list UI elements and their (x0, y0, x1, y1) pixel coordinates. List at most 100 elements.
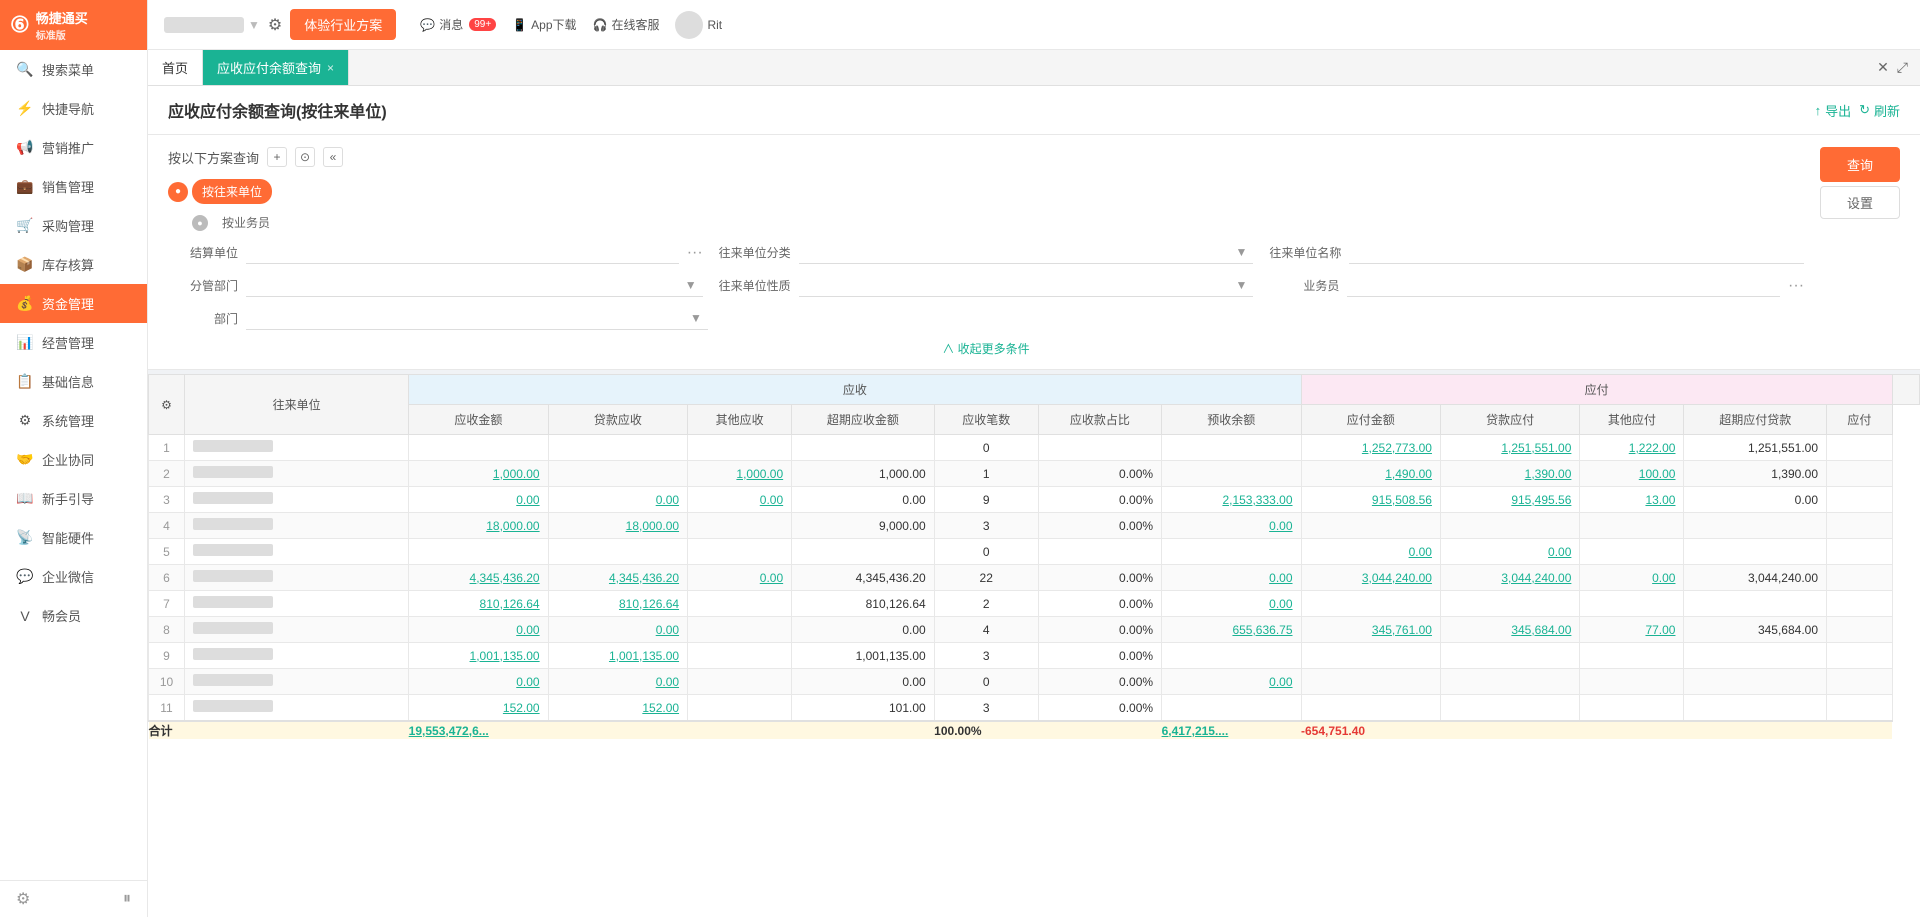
category-select[interactable]: ▼ (799, 241, 1254, 264)
add-scheme-btn[interactable]: + (267, 147, 287, 167)
cell-link[interactable]: 3,044,240.00 (1501, 571, 1571, 585)
close-window-btn[interactable]: ✕ (1877, 59, 1889, 76)
cell-link[interactable]: 13.00 (1645, 493, 1675, 507)
row-ar-overdue: 0.00 (792, 487, 935, 513)
option-by-partner[interactable]: 按往来单位 (192, 179, 272, 204)
cell-link[interactable]: 810,126.64 (480, 597, 540, 611)
cell-link[interactable]: 18,000.00 (626, 519, 679, 533)
sidebar-item-10[interactable]: 🤝企业协同 (0, 440, 147, 479)
cell-link[interactable]: 1,251,551.00 (1501, 441, 1571, 455)
cell-link[interactable]: 0.00 (1652, 571, 1675, 585)
row-partner (185, 435, 409, 461)
industry-btn[interactable]: 体验行业方案 (290, 9, 396, 40)
salesperson-input[interactable] (1347, 274, 1780, 297)
edit-scheme-btn[interactable]: ⊙ (295, 147, 315, 167)
jiesuan-input[interactable] (246, 241, 679, 264)
prev-scheme-btn[interactable]: « (323, 147, 343, 167)
cell-link[interactable]: 77.00 (1645, 623, 1675, 637)
cell-link[interactable]: 1,222.00 (1629, 441, 1676, 455)
header-settings-icon[interactable]: ⚙ (268, 15, 282, 35)
cell-link[interactable]: 1,001,135.00 (470, 649, 540, 663)
sidebar-item-14[interactable]: V畅会员 (0, 596, 147, 635)
cell-link[interactable]: 4,345,436.20 (470, 571, 540, 585)
cell-link[interactable]: 915,508.56 (1372, 493, 1432, 507)
row-ap-amount (1301, 695, 1440, 722)
set-btn[interactable]: 设置 (1820, 186, 1900, 219)
row-ar-loan: 1,001,135.00 (548, 643, 687, 669)
cell-link[interactable]: 1,001,135.00 (609, 649, 679, 663)
sidebar-item-6[interactable]: 💰资金管理 (0, 284, 147, 323)
cell-link[interactable]: 1,252,773.00 (1362, 441, 1432, 455)
option-by-salesperson[interactable]: 按业务员 (212, 210, 280, 235)
sidebar-item-3[interactable]: 💼销售管理 (0, 167, 147, 206)
search-label: 按以下方案查询 (168, 148, 259, 167)
nature-select[interactable]: ▼ (799, 274, 1254, 297)
expand-window-btn[interactable]: ⤢ (1897, 59, 1908, 76)
sidebar-item-1[interactable]: ⚡快捷导航 (0, 89, 147, 128)
tabbar-actions: ✕ ⤢ (1865, 50, 1920, 85)
cell-link[interactable]: 655,636.75 (1232, 623, 1292, 637)
sidebar-item-5[interactable]: 📦库存核算 (0, 245, 147, 284)
sidebar-item-2[interactable]: 📢营销推广 (0, 128, 147, 167)
cell-link[interactable]: 0.00 (760, 493, 783, 507)
cell-link[interactable]: 152.00 (503, 701, 540, 715)
sidebar-item-8[interactable]: 📋基础信息 (0, 362, 147, 401)
collapse-bar[interactable]: ∧ 收起更多条件 (168, 340, 1804, 357)
cell-link[interactable]: 0.00 (516, 493, 539, 507)
tab-close-icon[interactable]: × (327, 61, 334, 75)
cell-link[interactable]: 0.00 (656, 493, 679, 507)
footer-ar-advance[interactable]: 6,417,215.... (1162, 721, 1301, 739)
cell-link[interactable]: 345,761.00 (1372, 623, 1432, 637)
sidebar-item-13[interactable]: 💬企业微信 (0, 557, 147, 596)
partner-name-input[interactable] (1349, 241, 1804, 264)
cell-link[interactable]: 1,490.00 (1385, 467, 1432, 481)
salesperson-dots[interactable]: ··· (1788, 277, 1804, 295)
cell-link[interactable]: 0.00 (1269, 571, 1292, 585)
cell-link[interactable]: 152.00 (642, 701, 679, 715)
cell-link[interactable]: 3,044,240.00 (1362, 571, 1432, 585)
collapse-icon[interactable]: ⏸ (123, 890, 131, 908)
cell-link[interactable]: 0.00 (1269, 519, 1292, 533)
cell-link[interactable]: 100.00 (1639, 467, 1676, 481)
cell-link[interactable]: 1,000.00 (493, 467, 540, 481)
cell-link[interactable]: 4,345,436.20 (609, 571, 679, 585)
row-ap-amount: 1,490.00 (1301, 461, 1440, 487)
cell-link[interactable]: 810,126.64 (619, 597, 679, 611)
cell-link[interactable]: 345,684.00 (1511, 623, 1571, 637)
jiesuan-dots[interactable]: ··· (687, 244, 703, 262)
message-btn[interactable]: 💬 消息 99+ (420, 16, 496, 33)
cell-link[interactable]: 915,495.56 (1511, 493, 1571, 507)
refresh-btn[interactable]: ↻ 刷新 (1859, 101, 1900, 120)
settings-bottom-icon[interactable]: ⚙ (16, 889, 30, 909)
tab-ar-query[interactable]: 应收应付余额查询 × (203, 50, 349, 85)
cell-link[interactable]: 0.00 (1269, 597, 1292, 611)
query-btn[interactable]: 查询 (1820, 147, 1900, 182)
cell-link[interactable]: 18,000.00 (486, 519, 539, 533)
cell-link[interactable]: 0.00 (516, 623, 539, 637)
cell-link[interactable]: 0.00 (760, 571, 783, 585)
app-download-btn[interactable]: 📱 App下载 (512, 16, 576, 33)
online-service-btn[interactable]: 🎧 在线客服 (593, 16, 660, 33)
sidebar-item-9[interactable]: ⚙系统管理 (0, 401, 147, 440)
cell-link[interactable]: 1,390.00 (1525, 467, 1572, 481)
user-avatar[interactable]: Rit (675, 11, 722, 39)
cell-link[interactable]: 0.00 (516, 675, 539, 689)
sidebar-item-11[interactable]: 📖新手引导 (0, 479, 147, 518)
cell-link[interactable]: 0.00 (656, 675, 679, 689)
cell-link[interactable]: 0.00 (1548, 545, 1571, 559)
cell-link[interactable]: 2,153,333.00 (1222, 493, 1292, 507)
sidebar-item-12[interactable]: 📡智能硬件 (0, 518, 147, 557)
row-ap-amount: 1,252,773.00 (1301, 435, 1440, 461)
dept2-select[interactable]: ▼ (246, 307, 708, 330)
cell-link[interactable]: 0.00 (656, 623, 679, 637)
sidebar-item-4[interactable]: 🛒采购管理 (0, 206, 147, 245)
footer-ar-amount[interactable]: 19,553,472,6... (409, 721, 548, 739)
sidebar-item-0[interactable]: 🔍搜索菜单 (0, 50, 147, 89)
cell-link[interactable]: 1,000.00 (736, 467, 783, 481)
cell-link[interactable]: 0.00 (1409, 545, 1432, 559)
dept-select[interactable]: ▼ (246, 274, 703, 297)
sidebar-item-7[interactable]: 📊经营管理 (0, 323, 147, 362)
export-btn[interactable]: ↑ 导出 (1815, 101, 1852, 120)
cell-link[interactable]: 0.00 (1269, 675, 1292, 689)
tab-home[interactable]: 首页 (148, 50, 203, 85)
